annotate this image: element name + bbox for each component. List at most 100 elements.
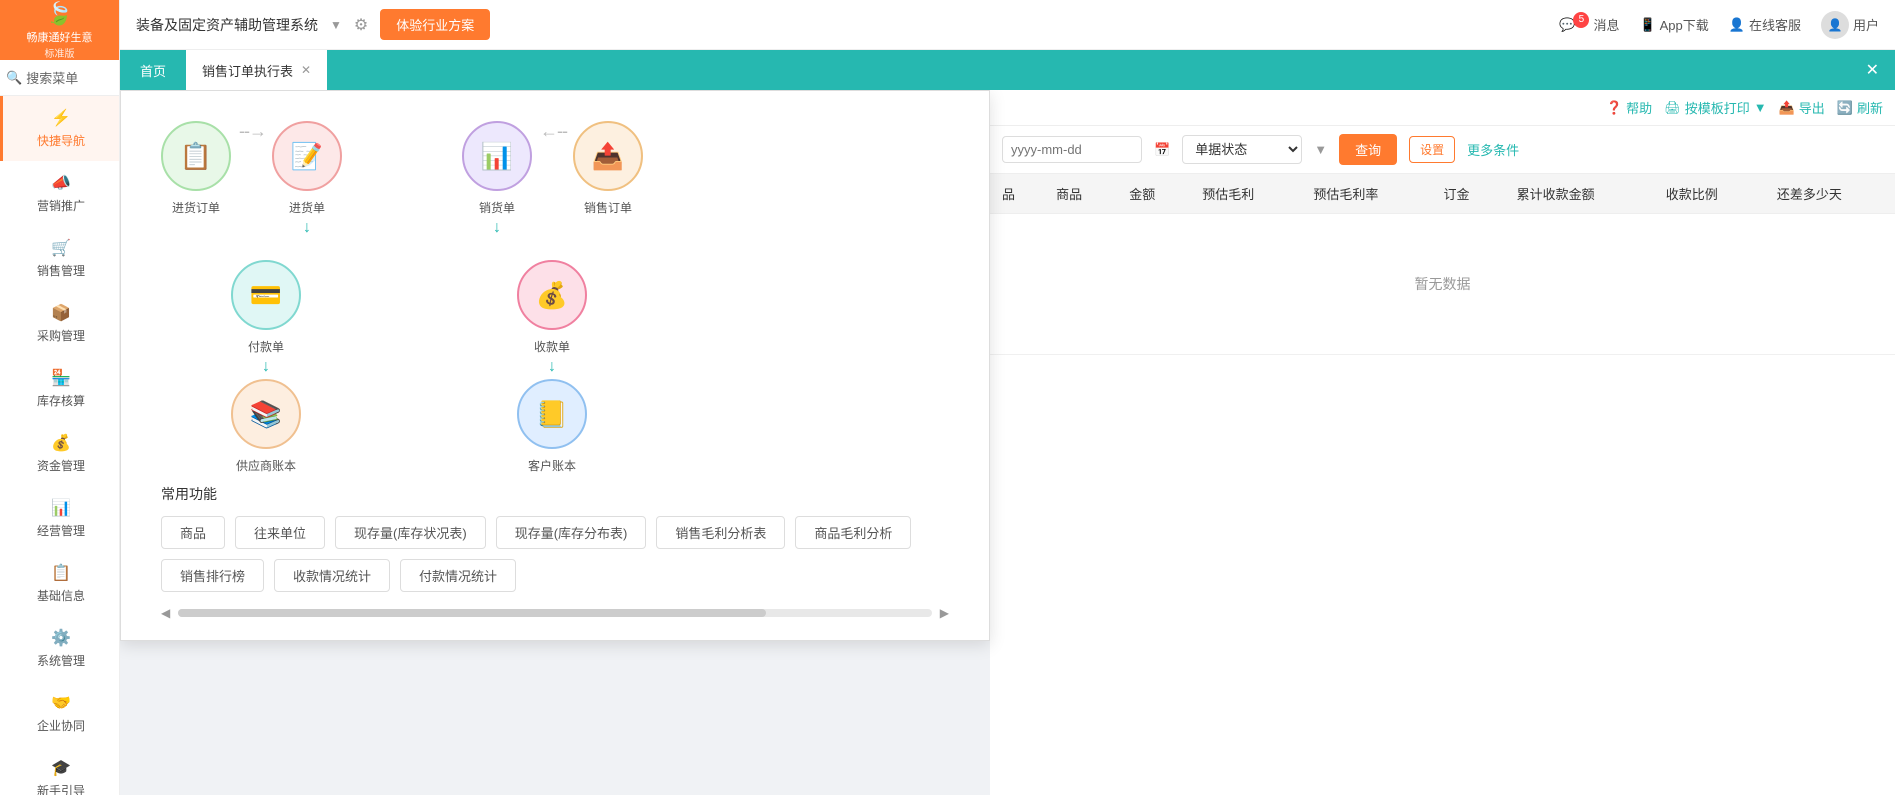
cooperation-icon: 🤝 (51, 693, 71, 713)
scroll-track[interactable] (178, 609, 932, 617)
dropdown-arrow-icon[interactable]: ▼ (330, 18, 342, 32)
sidebar-item-purchase[interactable]: 📦 采购管理 (0, 291, 119, 356)
flow-node-sales-order[interactable]: 📤 销售订单 (573, 121, 643, 216)
app-download-label: App下载 (1660, 15, 1709, 34)
btn-stock-distribution[interactable]: 现存量(库存分布表) (496, 516, 647, 549)
print-icon: 🖨 (1664, 100, 1681, 116)
status-dropdown-icon: ▼ (1314, 142, 1327, 157)
download-icon: 📱 (1639, 17, 1655, 33)
col-goods: 商品 (1044, 174, 1117, 214)
customer-ledger-icon: 📒 (536, 399, 568, 430)
print-button[interactable]: 🖨 按模板打印 ▼ (1664, 98, 1766, 117)
search-label: 搜索菜单 (26, 68, 78, 87)
tab-home[interactable]: 首页 (120, 50, 186, 90)
arrow-po-to-pb: - - → (231, 121, 272, 172)
newbie-icon: 🎓 (51, 758, 71, 778)
sidebar-label-inventory: 库存核算 (37, 392, 85, 409)
sidebar-label-newbie: 新手引导 (37, 782, 85, 795)
tab-bar-close-icon[interactable]: ✕ (1850, 60, 1895, 80)
more-conditions-link[interactable]: 更多条件 (1467, 140, 1519, 159)
top-header: 装备及固定资产辅助管理系统 ▼ ⚙ 体验行业方案 💬 5 消息 📱 App下载 … (120, 0, 1895, 50)
main-table: 品 商品 金额 预估毛利 预估毛利率 订金 累计收款金额 收款比例 还差多少天 (990, 174, 1895, 355)
help-button[interactable]: ❓ 帮助 (1606, 98, 1652, 117)
sidebar: 🍃 畅康通好生意 标准版 🔍 搜索菜单 ⚡ 快捷导航 📣 营销推广 🛒 销售管理… (0, 0, 120, 795)
btn-partners[interactable]: 往来单位 (235, 516, 325, 549)
finance-icon: 💰 (51, 433, 71, 453)
trial-button[interactable]: 体验行业方案 (380, 9, 490, 40)
tab-bar: 首页 销售订单执行表 ✕ ✕ (120, 50, 1895, 90)
sidebar-nav: ⚡ 快捷导航 📣 营销推广 🛒 销售管理 📦 采购管理 🏪 库存核算 💰 资金管… (0, 96, 119, 795)
btn-goods[interactable]: 商品 (161, 516, 225, 549)
purchase-order-circle: 📋 (161, 121, 231, 191)
sidebar-label-operations: 经营管理 (37, 522, 85, 539)
scroll-right-icon[interactable]: ▶ (940, 606, 949, 620)
flow-node-sales-bill[interactable]: 📊 销货单 ↓ (462, 121, 532, 240)
btn-stock-status[interactable]: 现存量(库存状况表) (335, 516, 486, 549)
tab-sales-order[interactable]: 销售订单执行表 ✕ (186, 50, 327, 90)
query-button[interactable]: 查询 (1339, 134, 1397, 165)
sidebar-search[interactable]: 🔍 搜索菜单 (0, 60, 119, 96)
btn-payment-stats[interactable]: 付款情况统计 (400, 559, 516, 592)
print-label: 按模板打印 (1685, 98, 1750, 117)
system-icon: ⚙️ (51, 628, 71, 648)
sidebar-item-sales[interactable]: 🛒 销售管理 (0, 226, 119, 291)
customer-ledger-circle: 📒 (517, 379, 587, 449)
sidebar-label-finance: 资金管理 (37, 457, 85, 474)
message-button[interactable]: 💬 5 消息 (1559, 15, 1619, 34)
flow-node-receipt-bill[interactable]: 💰 收款单 ↓ (517, 260, 587, 379)
customer-ledger-label: 客户账本 (528, 457, 576, 474)
payment-bill-circle: 💳 (231, 260, 301, 330)
flow-node-purchase-bill[interactable]: 📝 进货单 ↓ (272, 121, 342, 240)
refresh-button[interactable]: 🔄 刷新 (1837, 98, 1883, 117)
sidebar-item-newbie[interactable]: 🎓 新手引导 (0, 746, 119, 795)
btn-sales-gross[interactable]: 销售毛利分析表 (656, 516, 785, 549)
online-service-label: 在线客服 (1749, 15, 1801, 34)
sidebar-logo: 🍃 畅康通好生意 标准版 (0, 0, 119, 60)
btn-goods-gross[interactable]: 商品毛利分析 (795, 516, 911, 549)
sidebar-item-inventory[interactable]: 🏪 库存核算 (0, 356, 119, 421)
sales-order-circle: 📤 (573, 121, 643, 191)
toolbar-row: ❓ 帮助 🖨 按模板打印 ▼ 📤 导出 🔄 刷新 (990, 90, 1895, 126)
btn-receipt-stats[interactable]: 收款情况统计 (274, 559, 390, 592)
scroll-left-icon[interactable]: ◀ (161, 606, 170, 620)
status-select[interactable]: 单据状态 (1182, 135, 1302, 164)
app-download-button[interactable]: 📱 App下载 (1639, 15, 1708, 34)
flow-node-payment-bill[interactable]: 💳 付款单 ↓ (231, 260, 301, 379)
online-service-button[interactable]: 👤 在线客服 (1729, 15, 1801, 34)
sidebar-item-cooperation[interactable]: 🤝 企业协同 (0, 681, 119, 746)
flow-node-supplier-ledger[interactable]: 📚 供应商账本 (231, 379, 301, 474)
sidebar-item-marketing[interactable]: 📣 营销推广 (0, 161, 119, 226)
sidebar-item-operations[interactable]: 📊 经营管理 (0, 486, 119, 551)
sales-bill-circle: 📊 (462, 121, 532, 191)
refresh-icon: 🔄 (1837, 100, 1853, 116)
receipt-bill-circle: 💰 (517, 260, 587, 330)
export-button[interactable]: 📤 导出 (1779, 98, 1825, 117)
right-content: ❓ 帮助 🖨 按模板打印 ▼ 📤 导出 🔄 刷新 (990, 90, 1895, 795)
logo-icon: 🍃 (46, 1, 73, 27)
sidebar-label-quick-guide: 快捷导航 (37, 132, 85, 149)
tab-close-icon[interactable]: ✕ (301, 63, 311, 77)
sidebar-label-purchase: 采购管理 (37, 327, 85, 344)
common-buttons-row1: 商品 往来单位 现存量(库存状况表) 现存量(库存分布表) 销售毛利分析表 商品… (161, 516, 949, 549)
sidebar-item-basic-info[interactable]: 📋 基础信息 (0, 551, 119, 616)
settings-icon[interactable]: ⚙ (354, 15, 368, 35)
set-button[interactable]: 设置 (1409, 136, 1455, 163)
flow-node-purchase-order[interactable]: 📋 进货订单 (161, 121, 231, 216)
sidebar-label-sales: 销售管理 (37, 262, 85, 279)
sidebar-item-finance[interactable]: 💰 资金管理 (0, 421, 119, 486)
btn-sales-ranking[interactable]: 销售排行榜 (161, 559, 264, 592)
sales-bill-label: 销货单 (479, 199, 515, 216)
logo-line1: 畅康通好生意 (27, 29, 93, 45)
payment-bill-label: 付款单 (248, 338, 284, 355)
user-avatar[interactable]: 👤 用户 (1821, 11, 1879, 39)
common-functions-title: 常用功能 (161, 484, 949, 504)
quick-guide-icon: ⚡ (51, 108, 71, 128)
date-start-input[interactable] (1002, 136, 1142, 163)
purchase-bill-label: 进货单 (289, 199, 325, 216)
calendar-icon[interactable]: 📅 (1154, 142, 1170, 158)
sidebar-item-quick-guide[interactable]: ⚡ 快捷导航 (0, 96, 119, 161)
sidebar-item-system[interactable]: ⚙️ 系统管理 (0, 616, 119, 681)
export-icon: 📤 (1779, 100, 1795, 116)
quick-guide-panel: 📋 进货订单 - - → 📝 进货单 ↓ (120, 90, 990, 641)
flow-node-customer-ledger[interactable]: 📒 客户账本 (517, 379, 587, 474)
